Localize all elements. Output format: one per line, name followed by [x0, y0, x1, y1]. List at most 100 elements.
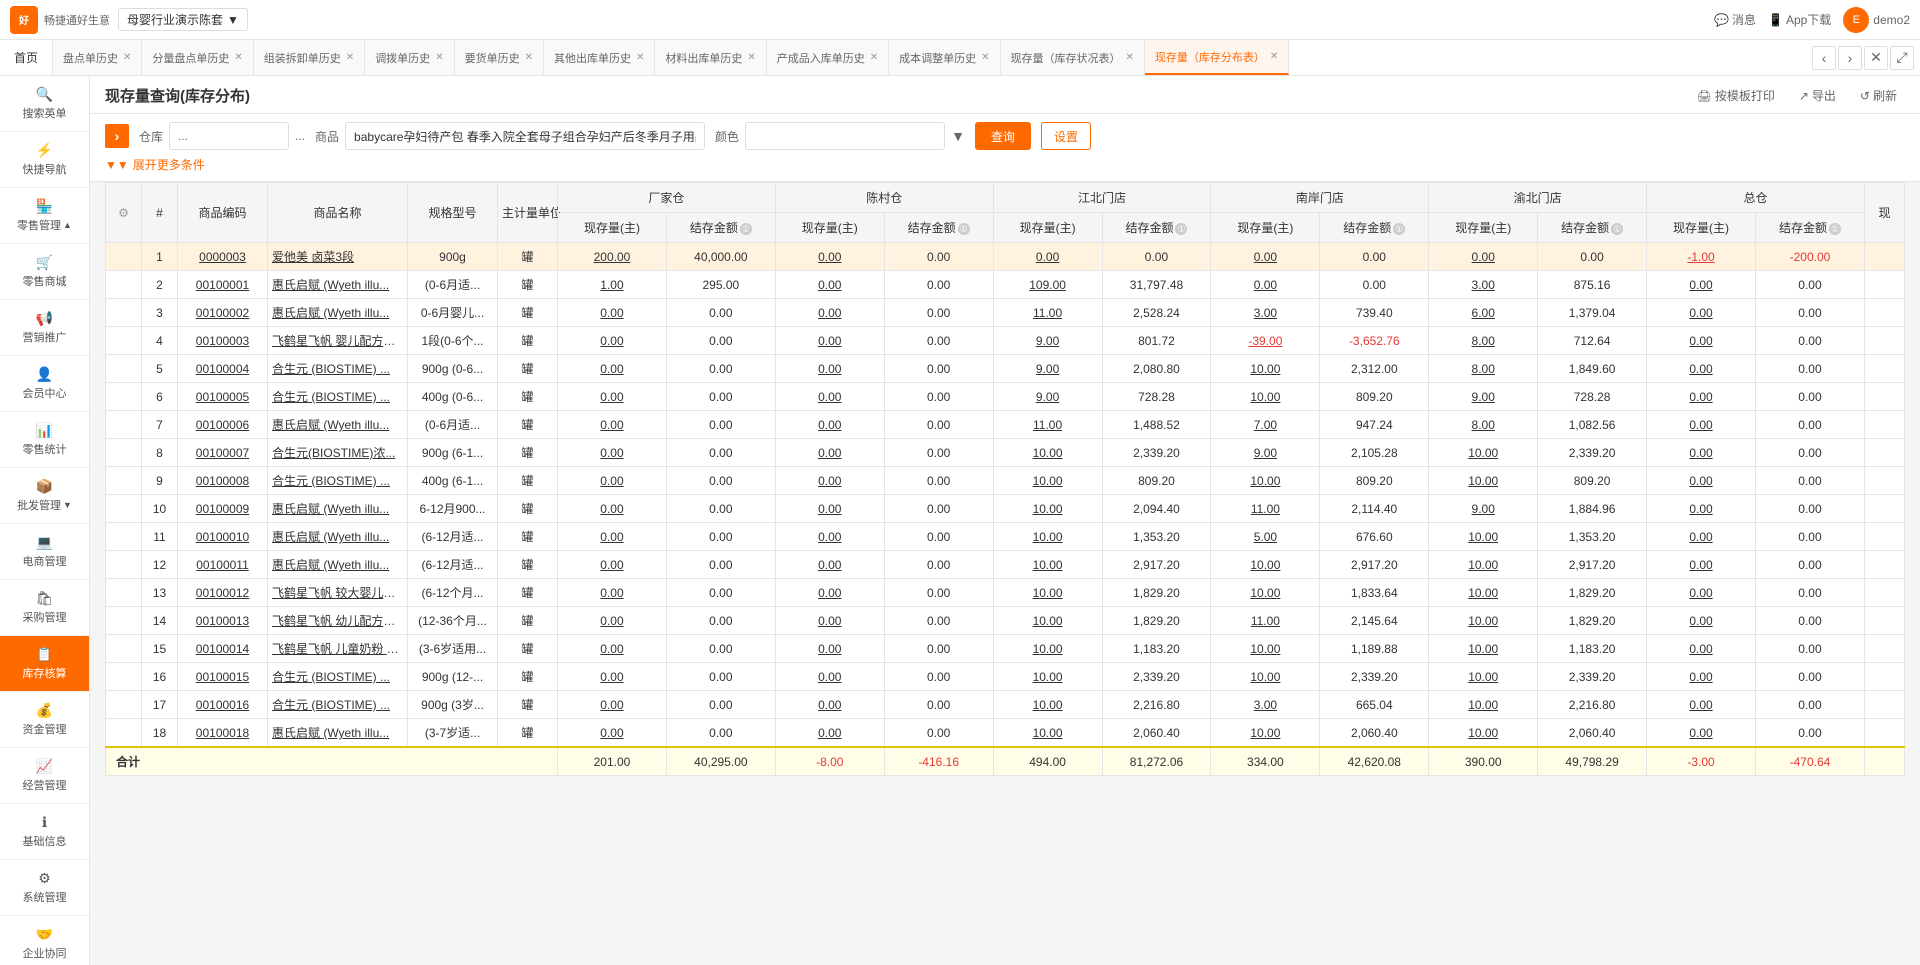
sidebar-item-purchase[interactable]: 🛍 采购管理	[0, 580, 89, 636]
cell-data[interactable]: 10.00	[993, 579, 1102, 607]
tab-close-active[interactable]: ✕	[1270, 51, 1278, 62]
cell-data[interactable]: 0.00	[775, 355, 884, 383]
cell-data[interactable]: 0.00	[775, 271, 884, 299]
tab-pangdian[interactable]: 盘点单历史 ✕	[53, 40, 142, 75]
cell-data[interactable]: 2,339.20	[1102, 663, 1211, 691]
cell-data[interactable]: 0.00	[666, 719, 775, 748]
cell-data[interactable]: 10.00	[993, 439, 1102, 467]
tab-maximize-btn[interactable]: ⤢	[1890, 46, 1914, 70]
cell-data[interactable]: 0.00	[775, 467, 884, 495]
tab-yaohuo[interactable]: 要货单历史 ✕	[455, 40, 544, 75]
cell-data[interactable]: 0.00	[558, 467, 667, 495]
sidebar-item-member[interactable]: 👤 会员中心	[0, 356, 89, 412]
cell-data[interactable]: 0.00	[666, 467, 775, 495]
tab-xiancunliangfenbu[interactable]: 现存量（库存分布表） ✕	[1145, 40, 1289, 75]
cell-data[interactable]: 0.00	[558, 607, 667, 635]
cell-data[interactable]: 0.00	[775, 411, 884, 439]
cell-data[interactable]: 11.00	[993, 411, 1102, 439]
cell-data[interactable]: 0.00	[884, 467, 993, 495]
cell-data[interactable]: 0.00	[558, 579, 667, 607]
tab-close[interactable]: ✕	[525, 52, 533, 63]
industry-selector[interactable]: 母婴行业演示陈套 ▼	[118, 8, 248, 31]
tab-close-all-btn[interactable]: ✕	[1864, 46, 1888, 70]
sidebar-item-inventory[interactable]: 📋 库存核算	[0, 636, 89, 692]
cell-data[interactable]: 0.00	[775, 663, 884, 691]
tab-close[interactable]: ✕	[747, 52, 755, 63]
tab-fenpangdian[interactable]: 分量盘点单历史 ✕	[142, 40, 253, 75]
cell-data[interactable]: 0.00	[775, 299, 884, 327]
cell-data[interactable]: 801.72	[1102, 327, 1211, 355]
cell-data[interactable]: 0.00	[775, 607, 884, 635]
cell-data[interactable]: 0.00	[558, 327, 667, 355]
cell-data[interactable]: 0.00	[884, 355, 993, 383]
tab-close[interactable]: ✕	[1126, 52, 1134, 63]
tab-home[interactable]: 首页	[0, 40, 53, 75]
cell-data[interactable]: 0.00	[884, 691, 993, 719]
cell-data[interactable]: 0.00	[884, 327, 993, 355]
cell-data[interactable]: 0.00	[775, 691, 884, 719]
setting-btn[interactable]: 设置	[1041, 122, 1091, 150]
sidebar-item-marketing[interactable]: 📢 营销推广	[0, 300, 89, 356]
sidebar-item-retail-stats[interactable]: 📊 零售统计	[0, 412, 89, 468]
cell-data[interactable]: 1,183.20	[1102, 635, 1211, 663]
cell-data[interactable]: 0.00	[884, 551, 993, 579]
color-input[interactable]	[745, 122, 945, 150]
cell-data[interactable]: 0.00	[558, 635, 667, 663]
cell-data[interactable]: 0.00	[666, 411, 775, 439]
tab-cailiaochu[interactable]: 材料出库单历史 ✕	[655, 40, 766, 75]
cell-data[interactable]: 809.20	[1102, 467, 1211, 495]
expand-more[interactable]: ▼▼ 展开更多条件	[105, 156, 1905, 173]
cell-data[interactable]: 0.00	[884, 411, 993, 439]
tab-close[interactable]: ✕	[234, 52, 242, 63]
cell-data[interactable]: 728.28	[1102, 383, 1211, 411]
cell-data[interactable]: 0.00	[558, 355, 667, 383]
cell-data[interactable]: 10.00	[993, 691, 1102, 719]
sidebar-item-finance[interactable]: 💰 资金管理	[0, 692, 89, 748]
sidebar-item-search[interactable]: 🔍 搜索英单	[0, 76, 89, 132]
cell-data[interactable]: 0.00	[775, 635, 884, 663]
cell-data[interactable]: 10.00	[993, 523, 1102, 551]
cell-data[interactable]: 0.00	[775, 243, 884, 271]
cell-data[interactable]: 0.00	[884, 271, 993, 299]
cell-data[interactable]: 0.00	[884, 495, 993, 523]
cell-data[interactable]: 0.00	[775, 327, 884, 355]
user-area[interactable]: E demo2	[1843, 7, 1910, 33]
cell-data[interactable]: 0.00	[884, 439, 993, 467]
cell-data[interactable]: 2,216.80	[1102, 691, 1211, 719]
info-icon-c2[interactable]: ①	[958, 223, 970, 235]
message-btn[interactable]: 💬 消息	[1714, 11, 1756, 28]
cell-data[interactable]: 40,000.00	[666, 243, 775, 271]
tab-diaob[interactable]: 调拨单历史 ✕	[365, 40, 454, 75]
cell-data[interactable]: 295.00	[666, 271, 775, 299]
cell-data[interactable]: 0.00	[884, 299, 993, 327]
info-icon-c3[interactable]: ①	[1175, 223, 1187, 235]
sidebar-item-system[interactable]: ⚙ 系统管理	[0, 860, 89, 916]
cell-data[interactable]: 0.00	[558, 719, 667, 748]
cell-data[interactable]: 2,060.40	[1102, 719, 1211, 748]
tab-close[interactable]: ✕	[870, 52, 878, 63]
cell-data[interactable]: 0.00	[666, 551, 775, 579]
cell-data[interactable]: 0.00	[884, 635, 993, 663]
cell-data[interactable]: 0.00	[775, 523, 884, 551]
cell-data[interactable]: 10.00	[993, 635, 1102, 663]
sidebar-item-basic[interactable]: ℹ 基础信息	[0, 804, 89, 860]
tab-close[interactable]: ✕	[123, 52, 131, 63]
cell-data[interactable]: 109.00	[993, 271, 1102, 299]
sidebar-item-wholesale[interactable]: 📦 批发管理 ▼	[0, 468, 89, 524]
info-icon-c5[interactable]: ①	[1611, 223, 1623, 235]
cell-data[interactable]: 1,829.20	[1102, 607, 1211, 635]
tab-chanchengpinruku[interactable]: 产成品入库单历史 ✕	[767, 40, 889, 75]
cell-data[interactable]: 1,829.20	[1102, 579, 1211, 607]
cell-data[interactable]: 2,917.20	[1102, 551, 1211, 579]
cell-data[interactable]: 0.00	[884, 607, 993, 635]
cell-data[interactable]: 0.00	[1102, 243, 1211, 271]
info-icon-t[interactable]: ①	[1829, 223, 1841, 235]
goods-input[interactable]	[345, 122, 705, 150]
cell-data[interactable]: 31,797.48	[1102, 271, 1211, 299]
cell-data[interactable]: 0.00	[558, 299, 667, 327]
sidebar-item-retail-shop[interactable]: 🛒 零售商城	[0, 244, 89, 300]
cell-data[interactable]: 0.00	[775, 551, 884, 579]
cell-data[interactable]: 11.00	[993, 299, 1102, 327]
cell-data[interactable]: 0.00	[558, 663, 667, 691]
cell-data[interactable]: 10.00	[993, 607, 1102, 635]
